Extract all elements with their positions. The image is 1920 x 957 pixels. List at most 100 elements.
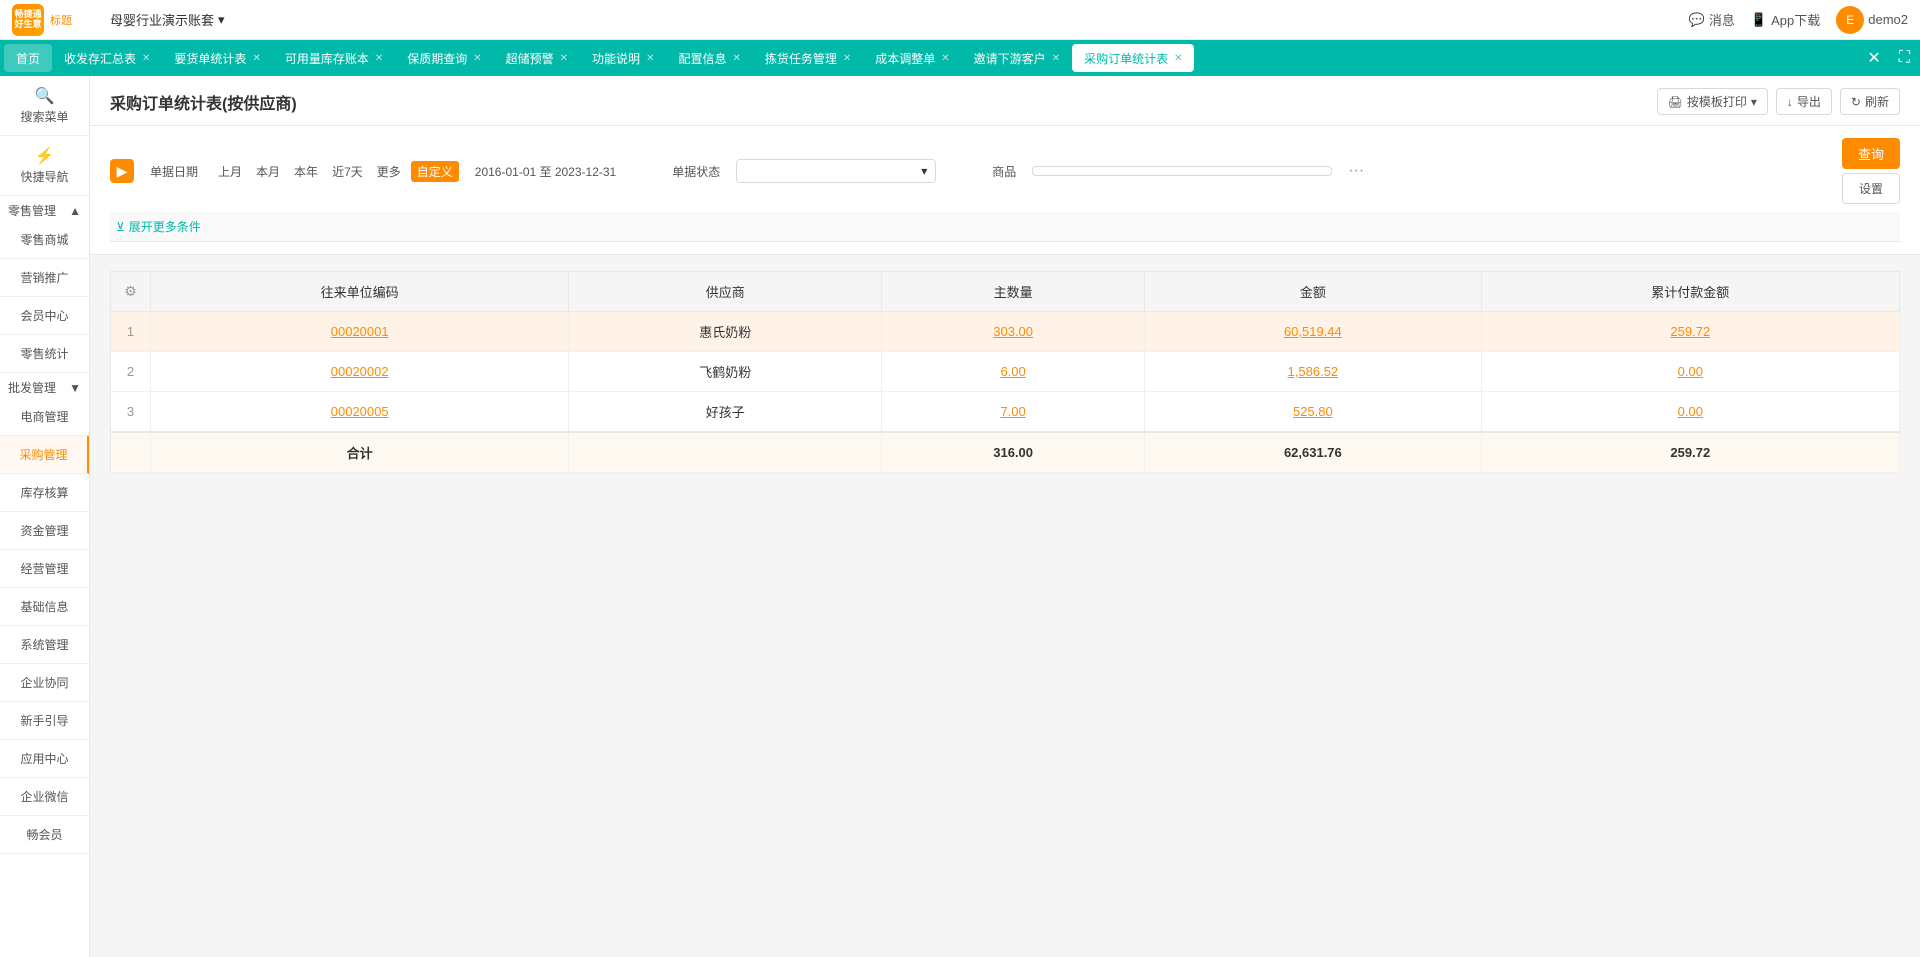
sidebar-item-label: 新手引导 xyxy=(4,712,85,729)
footer-qty: 316.00 xyxy=(882,432,1145,473)
printer-icon: 🖨 xyxy=(1668,95,1683,109)
query-button[interactable]: 查询 xyxy=(1842,138,1900,169)
app-download-btn[interactable]: 📱 App下载 xyxy=(1751,10,1820,29)
sidebar-item-inventory[interactable]: 库存核算 xyxy=(0,474,89,512)
sidebar-item-label: 采购管理 xyxy=(4,446,83,463)
sidebar-item-wxwork[interactable]: 企业微信 xyxy=(0,778,89,816)
th-amount: 金额 xyxy=(1145,272,1481,312)
sidebar-item-search[interactable]: 🔍 搜索菜单 xyxy=(0,76,89,136)
tab-yaoqing[interactable]: 邀请下游客户 ✕ xyxy=(962,44,1072,72)
close-window-icon[interactable]: ✕ xyxy=(1861,46,1886,70)
message-btn[interactable]: 💬 消息 xyxy=(1689,10,1735,29)
query-btns: 查询 设置 xyxy=(1842,138,1900,204)
tab-home[interactable]: 首页 xyxy=(4,44,52,72)
sidebar-item-members[interactable]: 会员中心 xyxy=(0,297,89,335)
refresh-button[interactable]: ↻ 刷新 xyxy=(1840,88,1900,115)
maximize-icon[interactable]: ⛶ xyxy=(1893,47,1916,69)
shortcut-this-year[interactable]: 本年 xyxy=(290,161,322,182)
tab-caigou-active[interactable]: 采购订单统计表 ✕ xyxy=(1072,44,1194,72)
filter-toggle-btn[interactable]: ▶ xyxy=(110,159,134,183)
custom-date-badge[interactable]: 自定义 xyxy=(411,161,459,182)
sidebar-item-system[interactable]: 系统管理 xyxy=(0,626,89,664)
cell-paid[interactable]: 0.00 xyxy=(1481,352,1899,392)
sidebar-section-retail[interactable]: 零售管理 ▲ xyxy=(0,196,89,221)
logo-icon: 畅捷通好生意 xyxy=(12,4,44,36)
close-icon[interactable]: ✕ xyxy=(375,53,383,64)
footer-amount: 62,631.76 xyxy=(1145,432,1481,473)
cell-qty[interactable]: 303.00 xyxy=(882,312,1145,352)
close-icon[interactable]: ✕ xyxy=(252,53,260,64)
close-icon[interactable]: ✕ xyxy=(941,53,949,64)
sidebar-item-purchase[interactable]: 采购管理 xyxy=(0,436,89,474)
cell-amount[interactable]: 60,519.44 xyxy=(1145,312,1481,352)
tab-gongneng[interactable]: 功能说明 ✕ xyxy=(580,44,666,72)
workspace-selector[interactable]: 母婴行业演示账套 ▾ xyxy=(110,10,225,29)
sidebar-item-quicknav[interactable]: ⚡ 快捷导航 xyxy=(0,136,89,196)
shortcut-7days[interactable]: 近7天 xyxy=(328,161,367,182)
close-icon[interactable]: ✕ xyxy=(646,53,654,64)
avatar: E xyxy=(1836,6,1864,34)
tab-jianhuo[interactable]: 拣货任务管理 ✕ xyxy=(753,44,863,72)
user-area[interactable]: E demo2 xyxy=(1836,6,1908,34)
cell-amount[interactable]: 525.80 xyxy=(1145,392,1481,433)
cell-paid[interactable]: 259.72 xyxy=(1481,312,1899,352)
close-icon[interactable]: ✕ xyxy=(732,53,740,64)
close-icon[interactable]: ✕ xyxy=(560,53,568,64)
page-title: 采购订单统计表(按供应商) xyxy=(110,90,297,114)
close-icon[interactable]: ✕ xyxy=(1052,53,1060,64)
shortcut-more[interactable]: 更多 xyxy=(373,161,405,182)
tab-kuyong[interactable]: 可用量库存账本 ✕ xyxy=(273,44,395,72)
goods-input[interactable] xyxy=(1032,166,1332,176)
tab-home-label: 首页 xyxy=(16,50,40,67)
tab-yaohuo[interactable]: 要货单统计表 ✕ xyxy=(162,44,272,72)
table-row: 3 00020005 好孩子 7.00 525.80 0.00 xyxy=(111,392,1900,433)
cell-amount[interactable]: 1,586.52 xyxy=(1145,352,1481,392)
tab-chaochuyujing[interactable]: 超储预警 ✕ xyxy=(494,44,580,72)
sidebar-item-retailstats[interactable]: 零售统计 xyxy=(0,335,89,373)
header-actions: 🖨 按模板打印 ▾ ↓ 导出 ↻ 刷新 xyxy=(1657,88,1900,115)
sidebar-item-basics[interactable]: 基础信息 xyxy=(0,588,89,626)
tab-baozhi[interactable]: 保质期查询 ✕ xyxy=(395,44,493,72)
shortcut-this-month[interactable]: 本月 xyxy=(252,161,284,182)
tab-peizhi[interactable]: 配置信息 ✕ xyxy=(666,44,752,72)
goods-more-icon[interactable]: ··· xyxy=(1348,162,1364,180)
gear-icon[interactable]: ⚙ xyxy=(124,283,137,299)
sidebar: 🔍 搜索菜单 ⚡ 快捷导航 零售管理 ▲ 零售商城 营销推广 会员中心 零售统计… xyxy=(0,76,90,957)
export-button[interactable]: ↓ 导出 xyxy=(1776,88,1832,115)
sidebar-item-operations[interactable]: 经营管理 xyxy=(0,550,89,588)
sidebar-item-marketing[interactable]: 营销推广 xyxy=(0,259,89,297)
sidebar-item-newguide[interactable]: 新手引导 xyxy=(0,702,89,740)
close-icon[interactable]: ✕ xyxy=(473,53,481,64)
shortcut-last-month[interactable]: 上月 xyxy=(214,161,246,182)
cell-code[interactable]: 00020002 xyxy=(151,352,569,392)
date-label: 单据日期 xyxy=(150,163,198,180)
th-supplier: 供应商 xyxy=(569,272,882,312)
cell-paid[interactable]: 0.00 xyxy=(1481,392,1899,433)
settings-button[interactable]: 设置 xyxy=(1842,173,1900,204)
sidebar-section-wholesale[interactable]: 批发管理 ▼ xyxy=(0,373,89,398)
sidebar-item-label: 基础信息 xyxy=(4,598,85,615)
print-button[interactable]: 🖨 按模板打印 ▾ xyxy=(1657,88,1768,115)
cell-qty[interactable]: 7.00 xyxy=(882,392,1145,433)
cell-qty[interactable]: 6.00 xyxy=(882,352,1145,392)
logo-text: 畅捷通好生意 xyxy=(14,10,41,30)
th-settings[interactable]: ⚙ xyxy=(111,272,151,312)
status-select[interactable]: ▾ xyxy=(736,159,936,183)
close-icon[interactable]: ✕ xyxy=(142,53,150,64)
expand-more-btn[interactable]: ⊻ 展开更多条件 xyxy=(116,218,1894,235)
sidebar-item-retailshop[interactable]: 零售商城 xyxy=(0,221,89,259)
sidebar-item-appcenter[interactable]: 应用中心 xyxy=(0,740,89,778)
sidebar-item-collab[interactable]: 企业协同 xyxy=(0,664,89,702)
sidebar-item-finance[interactable]: 资金管理 xyxy=(0,512,89,550)
table-area: ⚙ 往来单位编码 供应商 主数量 金额 累计付款金额 1 00020001 惠氏… xyxy=(90,255,1920,489)
close-icon[interactable]: ✕ xyxy=(843,53,851,64)
tab-shofazun[interactable]: 收发存汇总表 ✕ xyxy=(52,44,162,72)
close-icon[interactable]: ✕ xyxy=(1174,53,1182,64)
top-bar: 畅捷通好生意 标题 母婴行业演示账套 ▾ 💬 消息 📱 App下载 E demo… xyxy=(0,0,1920,40)
sidebar-item-ecommerce[interactable]: 电商管理 xyxy=(0,398,89,436)
tab-chengben[interactable]: 成本调整单 ✕ xyxy=(863,44,961,72)
sidebar-item-label: 零售商城 xyxy=(4,231,85,248)
sidebar-item-changhui[interactable]: 畅会员 xyxy=(0,816,89,854)
cell-code[interactable]: 00020001 xyxy=(151,312,569,352)
cell-code[interactable]: 00020005 xyxy=(151,392,569,433)
